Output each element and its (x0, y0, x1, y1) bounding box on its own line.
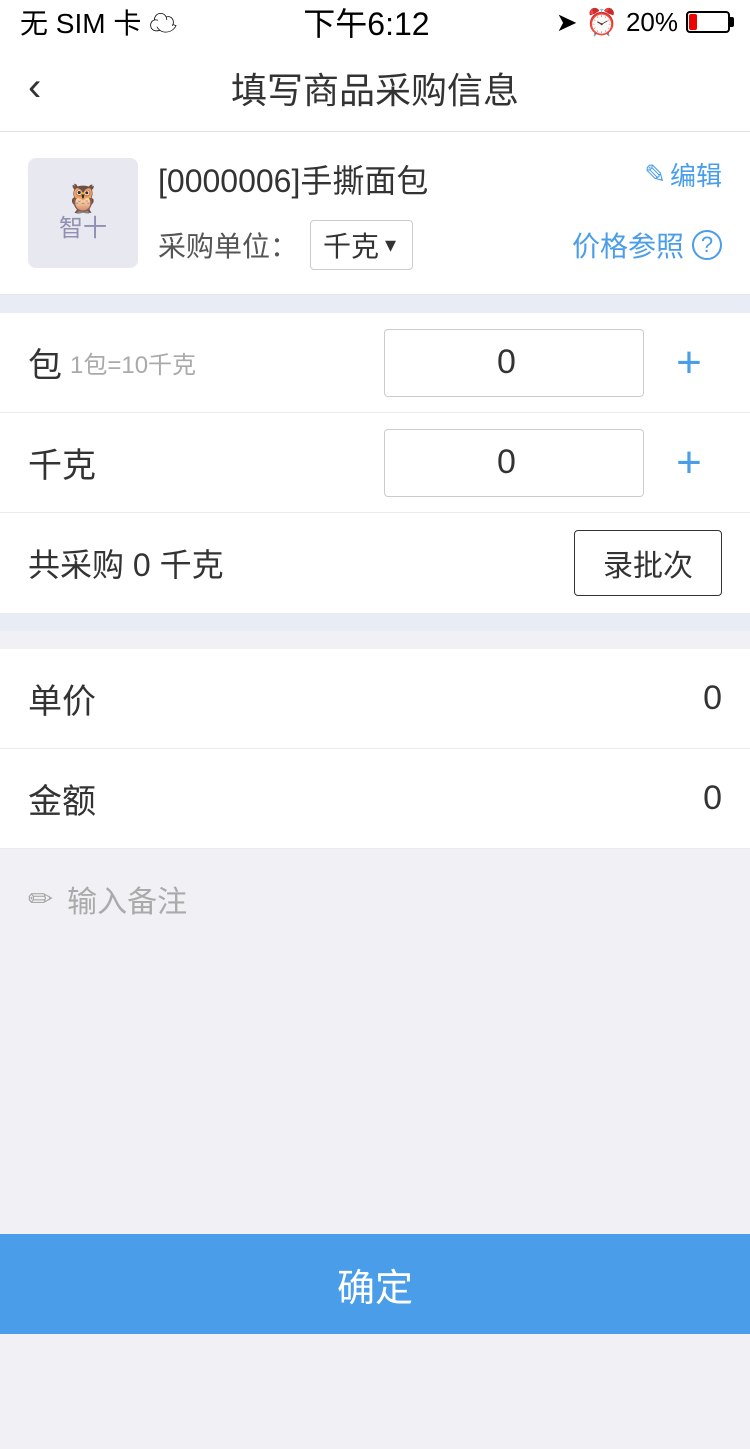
bao-plus-button[interactable]: + (656, 329, 722, 397)
edit-icon: ✎ (644, 159, 666, 190)
bao-input-row: 包 1包=10千克 + (0, 313, 750, 413)
help-icon: ? (692, 230, 722, 260)
status-right: ➤ ⏰ 20% (556, 7, 730, 38)
unit-row: 采购单位： 千克 ▾ 价格参照 ? (158, 220, 722, 270)
total-text: 共采购 0 千克 (28, 540, 224, 586)
alarm-icon: ⏰ (586, 7, 618, 38)
product-name-row: [0000006]手撕面包 ✎ 编辑 (158, 156, 722, 202)
kg-label: 千克 (28, 438, 96, 487)
input-section: 包 1包=10千克 + 千克 + (0, 313, 750, 513)
kg-quantity-input[interactable] (384, 429, 644, 497)
pricing-section: 单价 0 金额 0 (0, 649, 750, 849)
product-info: [0000006]手撕面包 ✎ 编辑 采购单位： 千克 ▾ 价格参照 ? (158, 156, 722, 270)
kg-input-right: + (96, 429, 722, 497)
chevron-down-icon: ▾ (385, 232, 396, 258)
thumbnail-label: 🦉 智十 (59, 182, 107, 244)
product-name: [0000006]手撕面包 (158, 156, 428, 202)
nav-bar: ‹ 填写商品采购信息 (0, 44, 750, 132)
bao-sublabel: 1包=10千克 (70, 345, 196, 380)
remark-placeholder: 输入备注 (67, 877, 187, 921)
total-row: 共采购 0 千克 录批次 (0, 513, 750, 613)
sim-label: 无 SIM 卡 ☁ (20, 2, 177, 42)
pencil-icon: ✏ (28, 882, 53, 917)
amount-value: 0 (703, 779, 722, 818)
unit-price-label: 单价 (28, 674, 96, 723)
bao-label: 包 (28, 338, 62, 387)
product-card: 🦉 智十 [0000006]手撕面包 ✎ 编辑 采购单位： 千克 ▾ (0, 132, 750, 295)
status-left: 无 SIM 卡 ☁ (20, 2, 177, 42)
status-bar: 无 SIM 卡 ☁ 下午6:12 ➤ ⏰ 20% (0, 0, 750, 44)
bao-quantity-input[interactable] (384, 329, 644, 397)
unit-label: 采购单位： (158, 225, 298, 265)
amount-label: 金额 (28, 774, 96, 823)
battery-icon (686, 11, 730, 33)
batch-button[interactable]: 录批次 (574, 530, 722, 596)
product-thumbnail: 🦉 智十 (28, 158, 138, 268)
amount-row: 金额 0 (0, 749, 750, 849)
section-divider-1 (0, 295, 750, 313)
unit-selector-group: 采购单位： 千克 ▾ (158, 220, 413, 270)
bao-input-right: + (196, 329, 722, 397)
edit-button[interactable]: ✎ 编辑 (644, 156, 722, 193)
kg-input-row: 千克 + (0, 413, 750, 513)
status-time: 下午6:12 (303, 0, 429, 45)
unit-price-value: 0 (703, 679, 722, 718)
confirm-button[interactable]: 确定 (0, 1234, 750, 1334)
price-ref-button[interactable]: 价格参照 ? (572, 225, 722, 265)
unit-price-row: 单价 0 (0, 649, 750, 749)
location-icon: ➤ (556, 7, 578, 38)
kg-plus-button[interactable]: + (656, 429, 722, 497)
section-divider-2 (0, 613, 750, 631)
page-title: 填写商品采购信息 (231, 62, 519, 114)
remark-row[interactable]: ✏ 输入备注 (0, 849, 750, 949)
unit-select[interactable]: 千克 ▾ (310, 220, 413, 270)
battery-percent: 20% (626, 7, 678, 38)
back-button[interactable]: ‹ (28, 65, 41, 110)
